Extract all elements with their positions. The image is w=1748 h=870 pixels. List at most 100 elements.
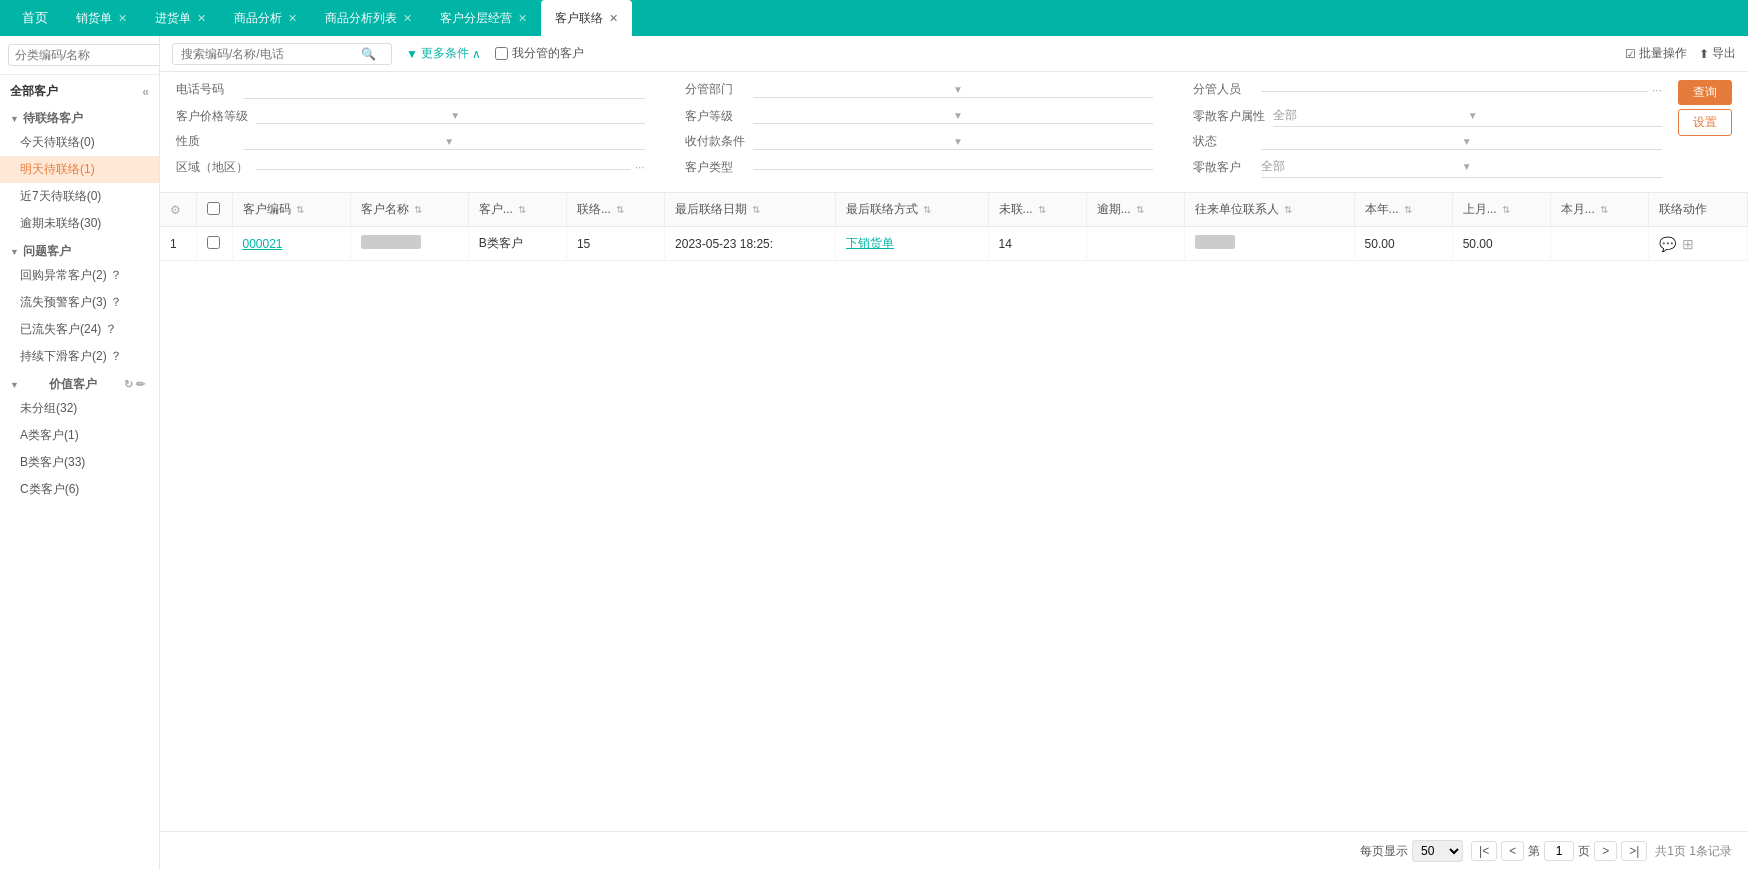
- filter-customer-level: 客户等级 ▼: [685, 108, 1154, 125]
- my-customer-checkbox[interactable]: [495, 47, 508, 60]
- chevron-down-icon: ▼: [1462, 161, 1662, 172]
- nav-home[interactable]: 首页: [8, 0, 62, 36]
- col-contact-count: 联络... ⇅: [566, 193, 664, 227]
- retail-attr-select[interactable]: 全部 ▼: [1273, 105, 1662, 127]
- sidebar-item-tomorrow[interactable]: 明天待联络(1): [0, 156, 159, 183]
- sort-icon[interactable]: ⇅: [1600, 204, 1608, 215]
- nav-tab-sales[interactable]: 销货单 ✕: [62, 0, 141, 36]
- current-page-input[interactable]: [1544, 841, 1574, 861]
- toolbar-search-box: 🔍: [172, 43, 392, 65]
- page-label: 第: [1528, 843, 1540, 860]
- export-icon: ⬆: [1699, 47, 1709, 61]
- dept-select[interactable]: ▼: [753, 82, 1154, 98]
- region-select[interactable]: [256, 165, 631, 170]
- top-navigation: 首页 销货单 ✕ 进货单 ✕ 商品分析 ✕ 商品分析列表 ✕ 客户分层经营 ✕ …: [0, 0, 1748, 36]
- close-icon[interactable]: ✕: [118, 12, 127, 25]
- filter-row-4: 区域（地区） ··· 客户类型: [176, 156, 1662, 178]
- sidebar-item-churn-warning[interactable]: 流失预警客户(3) ？: [0, 289, 159, 316]
- sidebar-item-class-b[interactable]: B类客户(33): [0, 449, 159, 476]
- sort-icon[interactable]: ⇅: [1136, 204, 1144, 215]
- filter-row-3: 性质 ▼ 收付款条件 ▼: [176, 133, 1662, 150]
- sidebar-item-class-a[interactable]: A类客户(1): [0, 422, 159, 449]
- row-last-contact-method[interactable]: 下销货单: [835, 227, 988, 261]
- close-icon[interactable]: ✕: [403, 12, 412, 25]
- phone-input[interactable]: [244, 80, 645, 99]
- sidebar-item-today[interactable]: 今天待联络(0): [0, 129, 159, 156]
- col-last-contact-date: 最后联络日期 ⇅: [665, 193, 836, 227]
- sidebar-item-ungrouped[interactable]: 未分组(32): [0, 395, 159, 422]
- export-button[interactable]: ⬆ 导出: [1699, 45, 1736, 62]
- chat-icon[interactable]: 💬: [1659, 236, 1676, 252]
- nav-tab-customer-contact[interactable]: 客户联络 ✕: [541, 0, 632, 36]
- prev-page-button[interactable]: <: [1501, 841, 1524, 861]
- query-button[interactable]: 查询: [1678, 80, 1732, 105]
- nav-tab-product-analysis-list[interactable]: 商品分析列表 ✕: [311, 0, 426, 36]
- toolbar-search-icon[interactable]: 🔍: [361, 47, 376, 61]
- sidebar-item-class-c[interactable]: C类客户(6): [0, 476, 159, 503]
- collapse-icon[interactable]: «: [142, 85, 149, 99]
- filter-phone: 电话号码: [176, 80, 645, 99]
- payment-select[interactable]: ▼: [753, 134, 1154, 150]
- per-page-label: 每页显示: [1360, 843, 1408, 860]
- chevron-down-icon: ▼: [953, 136, 1153, 147]
- retail-customer-select[interactable]: 全部 ▼: [1261, 156, 1662, 178]
- nav-tab-purchase[interactable]: 进货单 ✕: [141, 0, 220, 36]
- reset-button[interactable]: 设置: [1678, 109, 1732, 136]
- nav-tab-product-analysis[interactable]: 商品分析 ✕: [220, 0, 311, 36]
- select-all-checkbox[interactable]: [207, 202, 220, 215]
- row-select-checkbox[interactable]: [207, 236, 220, 249]
- sort-icon[interactable]: ⇅: [296, 204, 304, 215]
- last-page-button[interactable]: >|: [1621, 841, 1647, 861]
- close-icon[interactable]: ✕: [609, 12, 618, 25]
- next-page-button[interactable]: >: [1594, 841, 1617, 861]
- close-icon[interactable]: ✕: [197, 12, 206, 25]
- sidebar-item-7days[interactable]: 近7天待联络(0): [0, 183, 159, 210]
- nature-select[interactable]: ▼: [244, 134, 645, 150]
- qr-icon[interactable]: ⊞: [1682, 236, 1694, 252]
- filter-row-1: 电话号码 分管部门 ▼ 分管人员: [176, 80, 1662, 99]
- sidebar-item-declining[interactable]: 持续下滑客户(2) ？: [0, 343, 159, 370]
- sort-icon[interactable]: ⇅: [1502, 204, 1510, 215]
- sidebar-group-pending: 待联络客户: [0, 104, 159, 129]
- close-icon[interactable]: ✕: [288, 12, 297, 25]
- nav-tab-customer-stratification[interactable]: 客户分层经营 ✕: [426, 0, 541, 36]
- sort-icon[interactable]: ⇅: [414, 204, 422, 215]
- customer-level-select[interactable]: ▼: [753, 108, 1154, 124]
- page-suffix: 页: [1578, 843, 1590, 860]
- sidebar-item-overdue[interactable]: 逾期未联络(30): [0, 210, 159, 237]
- region-more-icon[interactable]: ···: [635, 160, 645, 174]
- sort-icon[interactable]: ⇅: [1404, 204, 1412, 215]
- sort-icon[interactable]: ⇅: [518, 204, 526, 215]
- sort-icon[interactable]: ⇅: [1284, 204, 1292, 215]
- sort-icon[interactable]: ⇅: [616, 204, 624, 215]
- sidebar-item-churned[interactable]: 已流失客户(24) ？: [0, 316, 159, 343]
- pagination: 每页显示 50 100 200 |< < 第 页 > >| 共1页 1条记录: [160, 831, 1748, 870]
- customer-type-select[interactable]: [753, 165, 1154, 170]
- col-unlisted: 未联... ⇅: [988, 193, 1086, 227]
- sort-icon[interactable]: ⇅: [1038, 204, 1046, 215]
- close-icon[interactable]: ✕: [518, 12, 527, 25]
- sort-icon[interactable]: ⇅: [923, 204, 931, 215]
- first-page-button[interactable]: |<: [1471, 841, 1497, 861]
- filter-icon: ▼: [406, 47, 418, 61]
- more-filter-button[interactable]: ▼ 更多条件 ∧: [400, 42, 487, 65]
- chevron-down-icon: ▼: [1462, 136, 1662, 147]
- per-page-select[interactable]: 50 100 200: [1412, 840, 1463, 862]
- customer-level-label: 客户等级: [685, 108, 745, 125]
- sort-icon[interactable]: ⇅: [752, 204, 760, 215]
- filter-status: 状态 ▼: [1193, 133, 1662, 150]
- toolbar-search-input[interactable]: [181, 47, 361, 61]
- person-more-icon[interactable]: ···: [1652, 83, 1662, 97]
- price-level-select[interactable]: ▼: [256, 108, 645, 124]
- value-group-icons[interactable]: ↻ ✏: [124, 378, 145, 391]
- person-select[interactable]: [1261, 87, 1648, 92]
- col-contact-person: 往来单位联系人 ⇅: [1184, 193, 1354, 227]
- all-customers-label[interactable]: 全部客户 «: [0, 75, 159, 104]
- settings-icon[interactable]: ⚙: [170, 203, 181, 217]
- row-code[interactable]: 000021: [232, 227, 350, 261]
- status-select[interactable]: ▼: [1261, 134, 1662, 150]
- row-name[interactable]: [350, 227, 468, 261]
- batch-operation-button[interactable]: ☑ 批量操作: [1625, 45, 1687, 62]
- sidebar-search-input[interactable]: [8, 44, 160, 66]
- sidebar-item-repurchase-abnormal[interactable]: 回购异常客户(2) ？: [0, 262, 159, 289]
